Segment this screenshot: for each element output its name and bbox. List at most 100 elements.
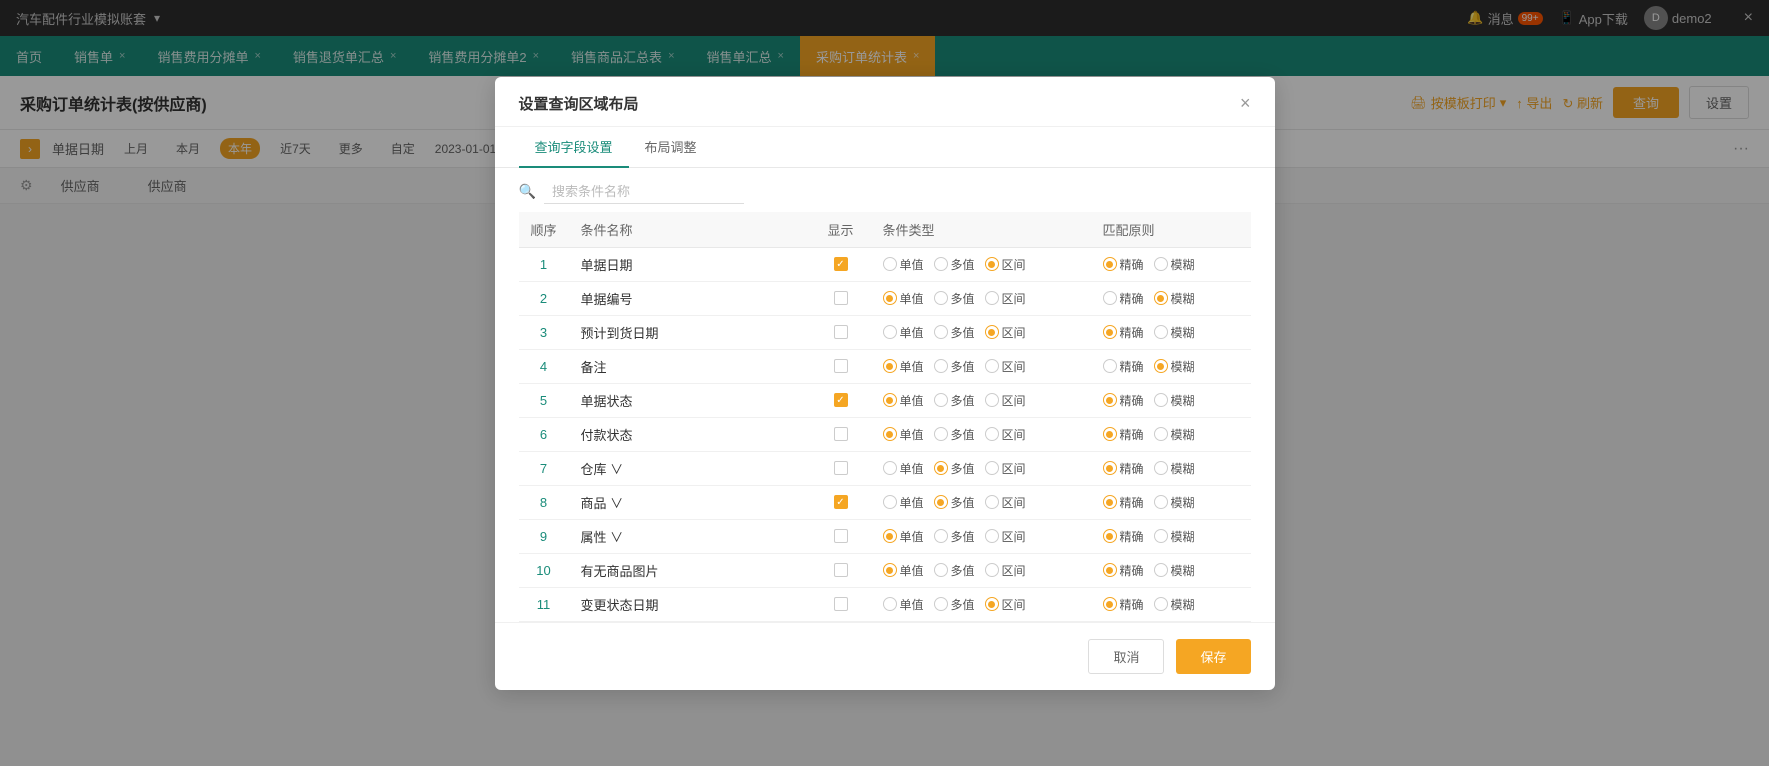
type-radio-单值[interactable]: 单值 [883, 426, 924, 443]
table-body: 1单据日期✓单值多值区间精确模糊2单据编号单值多值区间精确模糊3预计到货日期单值… [519, 247, 1251, 621]
table-row: 5单据状态✓单值多值区间精确模糊 [519, 383, 1251, 417]
match-radio-模糊[interactable]: 模糊 [1154, 290, 1195, 307]
type-radio-区间[interactable]: 区间 [985, 460, 1026, 477]
type-radio-多值[interactable]: 多值 [934, 324, 975, 341]
type-radio-多值[interactable]: 多值 [934, 562, 975, 579]
type-radio-单值[interactable]: 单值 [883, 358, 924, 375]
table-row: 11变更状态日期单值多值区间精确模糊 [519, 587, 1251, 621]
cell-display[interactable]: ✓ [811, 383, 871, 417]
cell-match: 精确模糊 [1091, 417, 1251, 451]
match-radio-精确[interactable]: 精确 [1103, 528, 1144, 545]
type-radio-多值[interactable]: 多值 [934, 460, 975, 477]
match-radio-模糊[interactable]: 模糊 [1154, 392, 1195, 409]
cell-display[interactable] [811, 553, 871, 587]
display-checkbox[interactable]: ✓ [834, 257, 848, 271]
type-radio-单值[interactable]: 单值 [883, 596, 924, 613]
table-row: 1单据日期✓单值多值区间精确模糊 [519, 247, 1251, 281]
cell-display[interactable] [811, 587, 871, 621]
search-input[interactable] [544, 180, 744, 204]
match-radio-模糊[interactable]: 模糊 [1154, 562, 1195, 579]
type-radio-区间[interactable]: 区间 [985, 494, 1026, 511]
type-radio-区间[interactable]: 区间 [985, 256, 1026, 273]
match-radio-模糊[interactable]: 模糊 [1154, 256, 1195, 273]
cell-match: 精确模糊 [1091, 587, 1251, 621]
type-radio-多值[interactable]: 多值 [934, 256, 975, 273]
cell-display[interactable] [811, 349, 871, 383]
type-radio-多值[interactable]: 多值 [934, 426, 975, 443]
type-radio-单值[interactable]: 单值 [883, 494, 924, 511]
table-row: 8商品 ∨✓单值多值区间精确模糊 [519, 485, 1251, 519]
display-checkbox[interactable] [834, 359, 848, 373]
cell-display[interactable]: ✓ [811, 485, 871, 519]
type-radio-区间[interactable]: 区间 [985, 290, 1026, 307]
type-radio-区间[interactable]: 区间 [985, 358, 1026, 375]
cell-name: 付款状态 [569, 417, 811, 451]
type-radio-多值[interactable]: 多值 [934, 358, 975, 375]
tab-layout-adjust[interactable]: 布局调整 [629, 127, 713, 168]
modal-table-container: 顺序 条件名称 显示 条件类型 匹配原则 1单据日期✓单值多值区间精确模糊2单据… [495, 212, 1275, 622]
match-radio-模糊[interactable]: 模糊 [1154, 596, 1195, 613]
save-button[interactable]: 保存 [1176, 639, 1250, 674]
cell-match: 精确模糊 [1091, 519, 1251, 553]
modal-header: 设置查询区域布局 × [495, 77, 1275, 127]
match-radio-精确[interactable]: 精确 [1103, 460, 1144, 477]
cell-order: 2 [519, 281, 569, 315]
type-radio-单值[interactable]: 单值 [883, 290, 924, 307]
match-radio-精确[interactable]: 精确 [1103, 426, 1144, 443]
tab-query-fields[interactable]: 查询字段设置 [519, 127, 629, 168]
type-radio-区间[interactable]: 区间 [985, 562, 1026, 579]
type-radio-多值[interactable]: 多值 [934, 494, 975, 511]
match-radio-模糊[interactable]: 模糊 [1154, 358, 1195, 375]
cell-type: 单值多值区间 [871, 587, 1091, 621]
display-checkbox[interactable] [834, 597, 848, 611]
type-radio-单值[interactable]: 单值 [883, 256, 924, 273]
match-radio-精确[interactable]: 精确 [1103, 358, 1144, 375]
display-checkbox[interactable] [834, 427, 848, 441]
match-radio-模糊[interactable]: 模糊 [1154, 494, 1195, 511]
type-radio-多值[interactable]: 多值 [934, 290, 975, 307]
type-radio-多值[interactable]: 多值 [934, 528, 975, 545]
cell-display[interactable] [811, 519, 871, 553]
display-checkbox[interactable] [834, 325, 848, 339]
match-radio-模糊[interactable]: 模糊 [1154, 528, 1195, 545]
type-radio-单值[interactable]: 单值 [883, 460, 924, 477]
cell-name: 单据编号 [569, 281, 811, 315]
type-radio-单值[interactable]: 单值 [883, 392, 924, 409]
modal-close-button[interactable]: × [1240, 93, 1251, 114]
type-radio-单值[interactable]: 单值 [883, 324, 924, 341]
cell-display[interactable] [811, 451, 871, 485]
type-radio-区间[interactable]: 区间 [985, 596, 1026, 613]
cancel-button[interactable]: 取消 [1088, 639, 1164, 674]
type-radio-区间[interactable]: 区间 [985, 426, 1026, 443]
type-radio-区间[interactable]: 区间 [985, 324, 1026, 341]
cell-match: 精确模糊 [1091, 485, 1251, 519]
type-radio-区间[interactable]: 区间 [985, 392, 1026, 409]
match-radio-精确[interactable]: 精确 [1103, 256, 1144, 273]
cell-order: 4 [519, 349, 569, 383]
cell-display[interactable]: ✓ [811, 247, 871, 281]
display-checkbox[interactable] [834, 461, 848, 475]
cell-display[interactable] [811, 315, 871, 349]
display-checkbox[interactable] [834, 291, 848, 305]
cell-display[interactable] [811, 281, 871, 315]
match-radio-精确[interactable]: 精确 [1103, 562, 1144, 579]
display-checkbox[interactable] [834, 529, 848, 543]
display-checkbox[interactable]: ✓ [834, 495, 848, 509]
type-radio-单值[interactable]: 单值 [883, 528, 924, 545]
match-radio-精确[interactable]: 精确 [1103, 290, 1144, 307]
display-checkbox[interactable]: ✓ [834, 393, 848, 407]
match-radio-精确[interactable]: 精确 [1103, 494, 1144, 511]
match-radio-精确[interactable]: 精确 [1103, 324, 1144, 341]
type-radio-多值[interactable]: 多值 [934, 596, 975, 613]
type-radio-单值[interactable]: 单值 [883, 562, 924, 579]
match-radio-模糊[interactable]: 模糊 [1154, 426, 1195, 443]
cell-name: 单据状态 [569, 383, 811, 417]
display-checkbox[interactable] [834, 563, 848, 577]
match-radio-精确[interactable]: 精确 [1103, 596, 1144, 613]
cell-display[interactable] [811, 417, 871, 451]
match-radio-精确[interactable]: 精确 [1103, 392, 1144, 409]
type-radio-多值[interactable]: 多值 [934, 392, 975, 409]
type-radio-区间[interactable]: 区间 [985, 528, 1026, 545]
match-radio-模糊[interactable]: 模糊 [1154, 324, 1195, 341]
match-radio-模糊[interactable]: 模糊 [1154, 460, 1195, 477]
